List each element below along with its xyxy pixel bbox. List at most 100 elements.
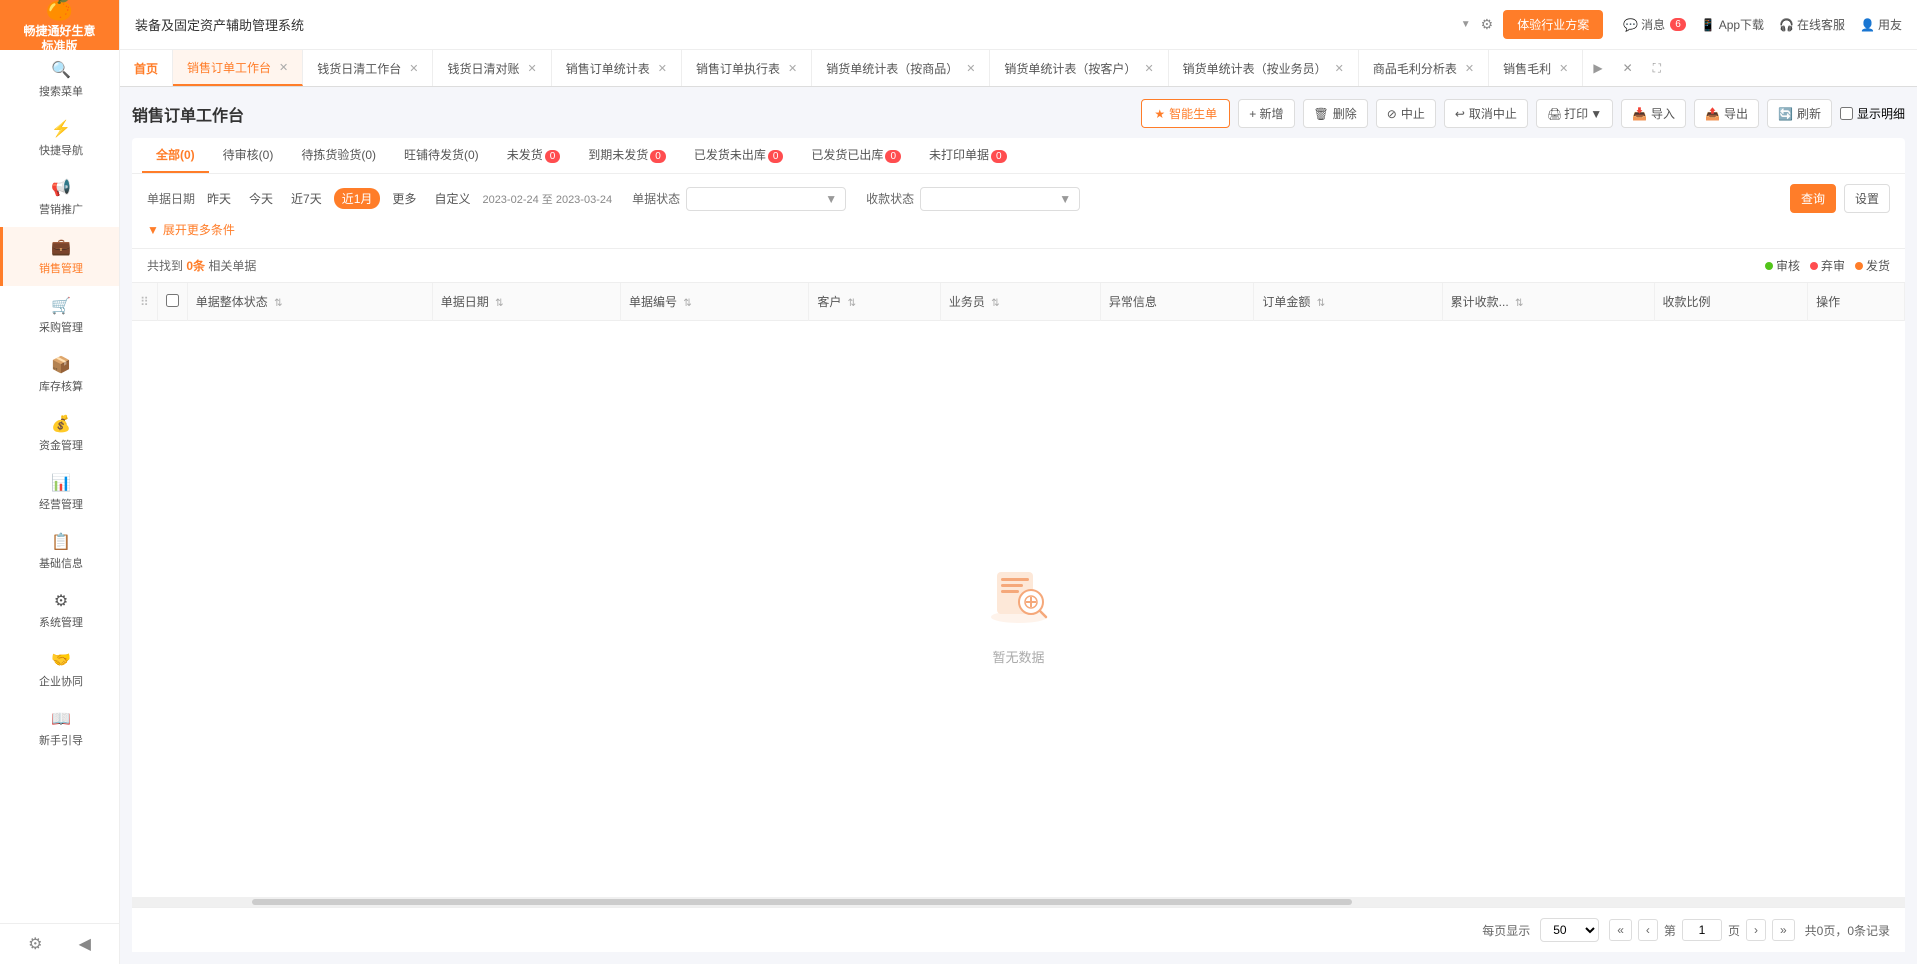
import-btn[interactable]: 📥 导入	[1621, 99, 1686, 128]
date-7days[interactable]: 近7天	[285, 188, 328, 209]
tab-cash-reconcile[interactable]: 钱货日清对账 ✕	[433, 50, 551, 86]
tab-cash-daily[interactable]: 钱货日清工作台 ✕	[303, 50, 433, 86]
cancel-review-action[interactable]: 弃审	[1810, 257, 1845, 274]
stop-btn[interactable]: ⊘ 中止	[1376, 99, 1436, 128]
status-select[interactable]: ▼	[686, 187, 846, 211]
tab-more-btn[interactable]: ▶	[1583, 53, 1612, 83]
tab-sales-exec[interactable]: 销售订单执行表 ✕	[682, 50, 812, 86]
page-nav: « ‹ 第 页 › »	[1609, 919, 1794, 941]
add-btn[interactable]: + 新增	[1238, 99, 1294, 128]
staff-column-header[interactable]: 业务员 ⇅	[940, 283, 1100, 321]
tab-close-by-customer[interactable]: ✕	[1144, 62, 1153, 75]
tab-close-cash-reconcile[interactable]: ✕	[528, 62, 537, 75]
status-column-header[interactable]: 单据整体状态 ⇅	[187, 283, 432, 321]
tab-close-all-btn[interactable]: ✕	[1613, 53, 1643, 83]
sub-tab-overdue[interactable]: 到期未发货0	[574, 138, 680, 173]
sidebar-item-search[interactable]: 🔍 搜索菜单	[0, 50, 119, 109]
sub-tab-not-printed[interactable]: 未打印单据0	[915, 138, 1021, 173]
date-more[interactable]: 更多	[386, 188, 422, 209]
collected-column-header[interactable]: 累计收款... ⇅	[1442, 283, 1654, 321]
export-btn[interactable]: 📤 导出	[1694, 99, 1759, 128]
sidebar: 🍊 畅捷通好生意 标准版 🔍 搜索菜单 ⚡ 快捷导航 📢 营销推广 💼 销售管理…	[0, 0, 120, 964]
sub-tab-pending-review[interactable]: 待审核(0)	[209, 138, 288, 173]
industry-btn[interactable]: 体验行业方案	[1503, 10, 1603, 39]
next-page-btn[interactable]: ›	[1746, 919, 1766, 941]
sidebar-item-basic-info[interactable]: 📋 基础信息	[0, 522, 119, 581]
sidebar-item-purchase[interactable]: 🛒 采购管理	[0, 286, 119, 345]
delete-btn[interactable]: 🗑 删除	[1303, 99, 1368, 128]
date-custom[interactable]: 自定义	[428, 188, 476, 209]
prev-page-btn[interactable]: ‹	[1638, 919, 1658, 941]
sub-tab-all[interactable]: 全部(0)	[142, 138, 209, 173]
sub-tab-shipped-not-out[interactable]: 已发货未出库0	[680, 138, 798, 173]
first-page-btn[interactable]: «	[1609, 919, 1632, 941]
page-size-select[interactable]: 50 10 20 100	[1540, 918, 1599, 942]
select-all-checkbox[interactable]	[166, 294, 179, 307]
sidebar-item-sales[interactable]: 💼 销售管理	[0, 227, 119, 286]
tab-close-cash-daily[interactable]: ✕	[409, 62, 418, 75]
sidebar-item-guide[interactable]: 📖 新手引导	[0, 699, 119, 758]
expand-filter-btn[interactable]: ▼ 展开更多条件	[147, 221, 235, 238]
system-selector[interactable]: ▼	[1461, 19, 1471, 30]
tab-close-sales-exec[interactable]: ✕	[788, 62, 797, 75]
user-btn[interactable]: 👤 用友	[1860, 16, 1902, 33]
payment-select[interactable]: ▼	[920, 187, 1080, 211]
tab-sales-summary[interactable]: 销售毛利 ✕	[1489, 50, 1583, 86]
sidebar-item-quick-nav[interactable]: ⚡ 快捷导航	[0, 109, 119, 168]
message-btn[interactable]: 💬 消息 6	[1623, 16, 1686, 33]
horizontal-scrollbar[interactable]	[132, 897, 1905, 907]
sidebar-item-system[interactable]: ⚙ 系统管理	[0, 581, 119, 640]
tab-home[interactable]: 首页	[120, 50, 173, 86]
amount-column-header[interactable]: 订单金额 ⇅	[1254, 283, 1442, 321]
sub-tab-wangpu[interactable]: 旺铺待发货(0)	[390, 138, 493, 173]
date-yesterday[interactable]: 昨天	[201, 188, 237, 209]
online-service-btn[interactable]: 🎧 在线客服	[1779, 16, 1845, 33]
print-btn[interactable]: 🖨 打印 ▼	[1536, 99, 1613, 128]
tab-sales-stats[interactable]: 销售订单统计表 ✕	[552, 50, 682, 86]
tab-close-by-staff[interactable]: ✕	[1335, 62, 1344, 75]
page-number-input[interactable]	[1682, 919, 1722, 941]
search-icon: 🔍	[51, 60, 71, 80]
sub-tab-pending-inspect[interactable]: 待拣货验货(0)	[287, 138, 390, 173]
sidebar-item-operations[interactable]: 📊 经营管理	[0, 463, 119, 522]
tab-sales-workbench[interactable]: 销售订单工作台 ✕	[173, 50, 303, 86]
delete-icon: 🗑	[1314, 107, 1329, 121]
cancel-stop-btn[interactable]: ↩ 取消中止	[1444, 99, 1528, 128]
tab-sales-by-product[interactable]: 销货单统计表（按商品） ✕	[812, 50, 990, 86]
topbar-gear-icon[interactable]: ⚙	[1481, 16, 1494, 33]
sidebar-item-inventory[interactable]: 📦 库存核算	[0, 345, 119, 404]
collapse-icon[interactable]: ◀	[79, 934, 91, 954]
show-detail-checkbox[interactable]	[1840, 107, 1853, 120]
smart-create-btn[interactable]: ★ 智能生单	[1141, 99, 1230, 128]
date-column-header[interactable]: 单据日期 ⇅	[432, 283, 620, 321]
query-btn[interactable]: 查询	[1790, 184, 1836, 213]
refresh-btn[interactable]: 🔄 刷新	[1767, 99, 1832, 128]
sidebar-item-finance[interactable]: 💰 资金管理	[0, 404, 119, 463]
show-detail-checkbox-label[interactable]: 显示明细	[1840, 105, 1905, 122]
tab-fullscreen-btn[interactable]: ⛶	[1643, 53, 1671, 84]
sub-tab-not-shipped[interactable]: 未发货0	[493, 138, 575, 173]
settings-filter-btn[interactable]: 设置	[1844, 184, 1890, 213]
tab-gross-profit[interactable]: 商品毛利分析表 ✕	[1359, 50, 1489, 86]
tab-close-by-product[interactable]: ✕	[966, 62, 975, 75]
scrollbar-thumb[interactable]	[252, 899, 1352, 905]
sidebar-item-marketing[interactable]: 📢 营销推广	[0, 168, 119, 227]
sub-tab-shipped-out[interactable]: 已发货已出库0	[797, 138, 915, 173]
settings-icon[interactable]: ⚙	[28, 934, 42, 954]
ship-action[interactable]: 发货	[1855, 257, 1890, 274]
date-today[interactable]: 今天	[243, 188, 279, 209]
review-action[interactable]: 审核	[1765, 257, 1800, 274]
date-1month[interactable]: 近1月	[334, 188, 381, 209]
tab-close-sales-stats[interactable]: ✕	[658, 62, 667, 75]
tab-sales-by-staff[interactable]: 销货单统计表（按业务员） ✕	[1169, 50, 1359, 86]
tab-close-gross-profit[interactable]: ✕	[1465, 62, 1474, 75]
number-column-header[interactable]: 单据编号 ⇅	[621, 283, 809, 321]
tab-sales-by-customer[interactable]: 销货单统计表（按客户） ✕	[990, 50, 1168, 86]
tab-close-sales-summary[interactable]: ✕	[1559, 62, 1568, 75]
app-download-btn[interactable]: 📱 App下载	[1701, 16, 1764, 33]
last-page-btn[interactable]: »	[1772, 919, 1795, 941]
sidebar-item-cooperation[interactable]: 🤝 企业协同	[0, 640, 119, 699]
customer-column-header[interactable]: 客户 ⇅	[809, 283, 941, 321]
checkbox-header[interactable]	[157, 283, 187, 321]
tab-close-sales-workbench[interactable]: ✕	[279, 61, 288, 74]
